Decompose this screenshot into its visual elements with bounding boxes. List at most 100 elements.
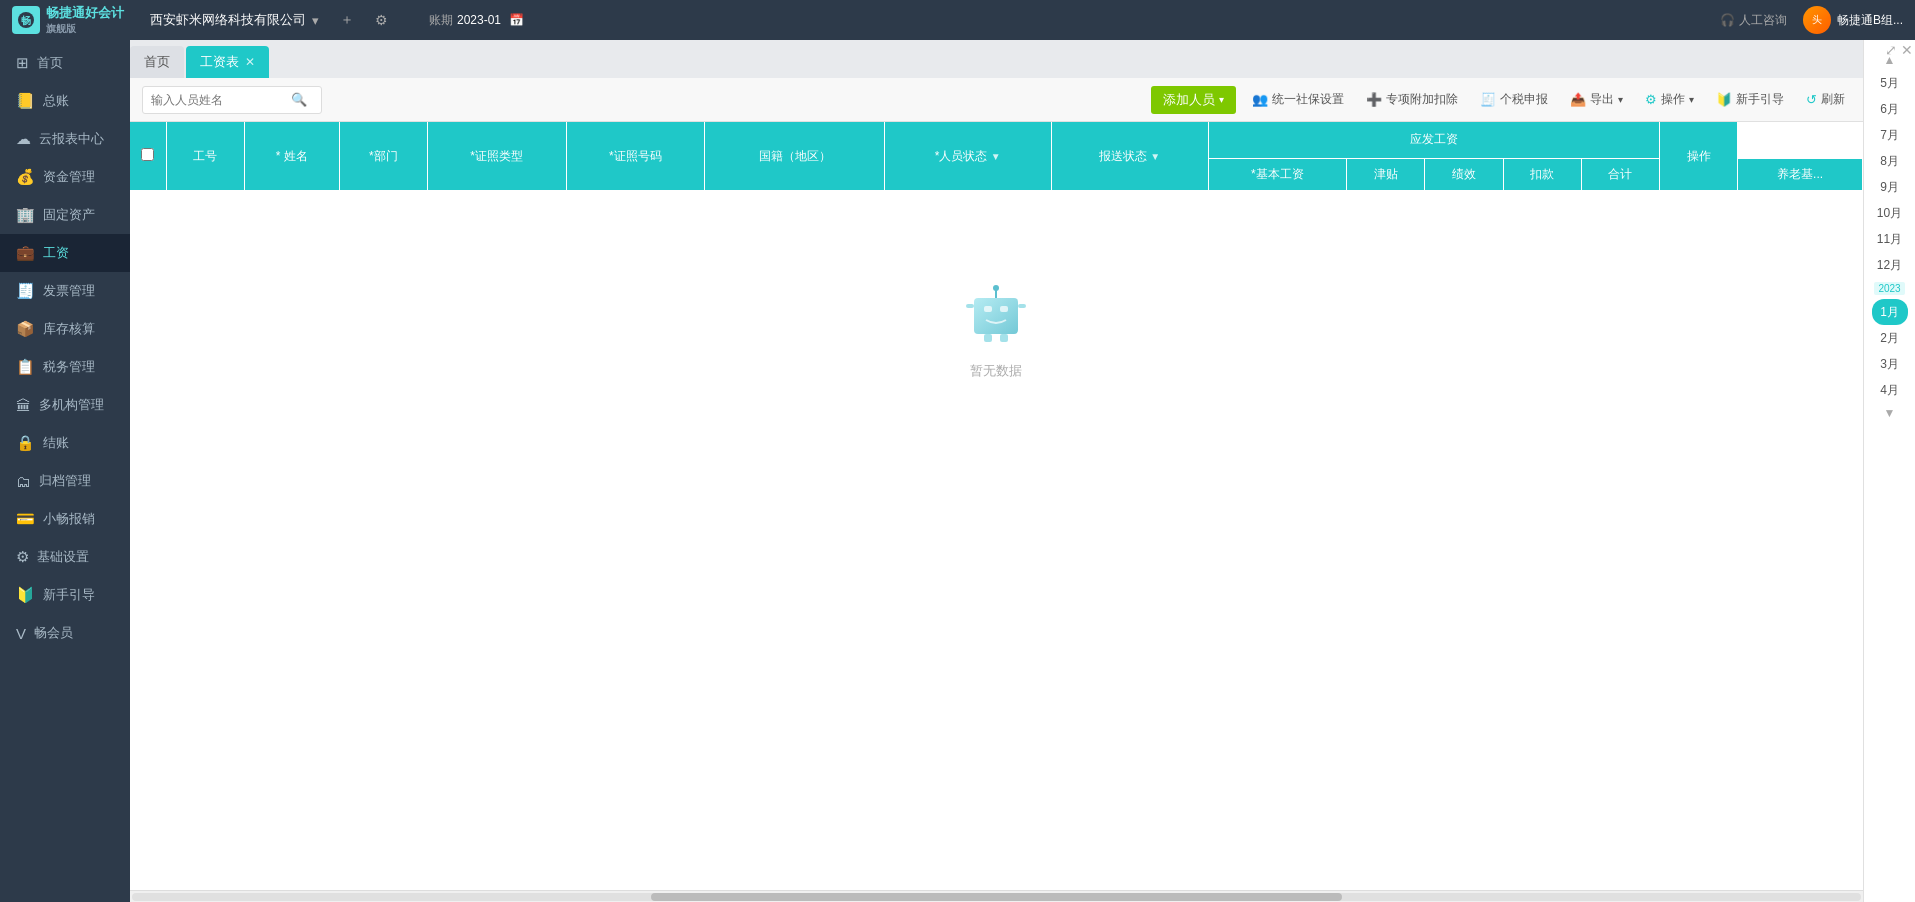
home-icon: ⊞ xyxy=(16,54,29,72)
user-area[interactable]: 头 畅捷通B组... xyxy=(1803,6,1903,34)
tax-report-btn[interactable]: 🧾 个税申报 xyxy=(1474,91,1554,108)
emp-no-header: 工号 xyxy=(166,122,244,190)
company-selector[interactable]: 西安虾米网络科技有限公司 ▾ xyxy=(150,11,319,29)
sidebar-item-guide[interactable]: 🔰 新手引导 xyxy=(0,576,130,614)
month-2022-10[interactable]: 10月 xyxy=(1864,200,1915,226)
export-icon: 📤 xyxy=(1570,92,1586,107)
header-actions: ＋ ⚙ xyxy=(335,8,393,32)
panel-expand-btn[interactable]: ⤢ xyxy=(1885,42,1897,58)
logo-area: 畅 畅捷通好会计 旗舰版 xyxy=(12,4,142,36)
tab-salary-table[interactable]: 工资表 ✕ xyxy=(186,46,269,78)
refresh-btn[interactable]: ↺ 刷新 xyxy=(1800,91,1851,108)
select-all-checkbox[interactable] xyxy=(141,148,154,161)
new-guide-btn[interactable]: 🔰 新手引导 xyxy=(1710,91,1790,108)
sidebar-label-guide: 新手引导 xyxy=(43,586,95,604)
help-btn[interactable]: 🎧 人工咨询 xyxy=(1720,12,1787,29)
sidebar-item-archive[interactable]: 🗂 归档管理 xyxy=(0,462,130,500)
sidebar-item-expense[interactable]: 💳 小畅报销 xyxy=(0,500,130,538)
asset-icon: 🏢 xyxy=(16,206,35,224)
svg-rect-9 xyxy=(984,334,992,342)
month-2022-09[interactable]: 9月 xyxy=(1864,174,1915,200)
search-input[interactable] xyxy=(151,93,291,107)
tab-home[interactable]: 首页 xyxy=(130,46,184,78)
sidebar-item-multi[interactable]: 🏛 多机构管理 xyxy=(0,386,130,424)
empty-icon xyxy=(956,270,1036,350)
logo-subtitle: 旗舰版 xyxy=(46,22,124,36)
sidebar-label-vip: 畅会员 xyxy=(34,624,73,642)
search-wrapper[interactable]: 🔍 xyxy=(142,86,322,114)
sidebar-item-ledger[interactable]: 📒 总账 xyxy=(0,82,130,120)
month-2023-01[interactable]: 1月 xyxy=(1872,299,1908,325)
close-period-icon: 🔒 xyxy=(16,434,35,452)
social-label: 统一社保设置 xyxy=(1272,91,1344,108)
sidebar-item-cloud[interactable]: ☁ 云报表中心 xyxy=(0,120,130,158)
expense-icon: 💳 xyxy=(16,510,35,528)
tax-icon: 📋 xyxy=(16,358,35,376)
personnel-filter-icon[interactable]: ▼ xyxy=(991,151,1001,162)
social-settings-btn[interactable]: 👥 统一社保设置 xyxy=(1246,91,1350,108)
sidebar-item-asset[interactable]: 🏢 固定资产 xyxy=(0,196,130,234)
add-btn-label: 添加人员 xyxy=(1163,91,1215,109)
avatar: 头 xyxy=(1803,6,1831,34)
top-header: 畅 畅捷通好会计 旗舰版 西安虾米网络科技有限公司 ▾ ＋ ⚙ 账期 2023-… xyxy=(0,0,1915,40)
total-header: 合计 xyxy=(1581,158,1659,190)
scrollbar-thumb[interactable] xyxy=(651,893,1343,901)
settings-btn[interactable]: ⚙ xyxy=(369,8,393,32)
sidebar-label-close: 结账 xyxy=(43,434,69,452)
sidebar-item-home[interactable]: ⊞ 首页 xyxy=(0,44,130,82)
table-container: 工号 * 姓名 *部门 *证照类型 *证照号码 国籍（地区） *人员状态 ▼ 报… xyxy=(130,122,1863,890)
cloud-icon: ☁ xyxy=(16,130,31,148)
svg-rect-4 xyxy=(1000,306,1008,312)
month-2022-08[interactable]: 8月 xyxy=(1864,148,1915,174)
add-company-btn[interactable]: ＋ xyxy=(335,8,359,32)
refresh-label: 刷新 xyxy=(1821,91,1845,108)
sidebar-item-vip[interactable]: V 畅会员 xyxy=(0,614,130,652)
tab-close-icon[interactable]: ✕ xyxy=(245,55,255,69)
company-dropdown-icon[interactable]: ▾ xyxy=(312,13,319,28)
month-scroll-down-btn[interactable]: ▼ xyxy=(1864,403,1915,423)
sidebar-label-home: 首页 xyxy=(37,54,63,72)
sidebar-label-expense: 小畅报销 xyxy=(43,510,95,528)
sidebar-label-asset: 固定资产 xyxy=(43,206,95,224)
month-2023-04[interactable]: 4月 xyxy=(1864,377,1915,403)
operate-icon: ⚙ xyxy=(1645,92,1657,107)
sidebar-item-close[interactable]: 🔒 结账 xyxy=(0,424,130,462)
tab-bar: 首页 工资表 ✕ xyxy=(130,40,1863,78)
operate-btn[interactable]: ⚙ 操作 ▾ xyxy=(1639,91,1700,108)
sidebar-item-inventory[interactable]: 📦 库存核算 xyxy=(0,310,130,348)
right-panel: ⤢ ✕ ▲ 5月 6月 7月 8月 9月 10月 11月 12月 2023 1月… xyxy=(1863,40,1915,902)
month-2022-05[interactable]: 5月 xyxy=(1864,70,1915,96)
export-btn[interactable]: 📤 导出 ▾ xyxy=(1564,91,1629,108)
checkbox-col-header[interactable] xyxy=(130,122,166,190)
month-2023-03[interactable]: 3月 xyxy=(1864,351,1915,377)
empty-state-cell: 暂无数据 xyxy=(130,190,1863,460)
country-header: 国籍（地区） xyxy=(705,122,885,190)
operate-label: 操作 xyxy=(1661,91,1685,108)
add-person-btn[interactable]: 添加人员 ▾ xyxy=(1151,86,1236,114)
month-2022-12[interactable]: 12月 xyxy=(1864,252,1915,278)
performance-header: 绩效 xyxy=(1425,158,1503,190)
right-panel-header: ⤢ ✕ xyxy=(1864,44,1915,48)
panel-close-btn[interactable]: ✕ xyxy=(1901,42,1913,58)
help-label: 人工咨询 xyxy=(1739,12,1787,29)
report-filter-icon[interactable]: ▼ xyxy=(1150,151,1160,162)
sidebar-item-invoice[interactable]: 🧾 发票管理 xyxy=(0,272,130,310)
sidebar-item-capital[interactable]: 💰 资金管理 xyxy=(0,158,130,196)
scrollbar-track[interactable] xyxy=(132,893,1861,901)
month-2022-06[interactable]: 6月 xyxy=(1864,96,1915,122)
horizontal-scrollbar[interactable] xyxy=(130,890,1863,902)
period-value: 2023-01 xyxy=(457,13,501,27)
sidebar-item-tax[interactable]: 📋 税务管理 xyxy=(0,348,130,386)
sidebar-item-salary[interactable]: 💼 工资 xyxy=(0,234,130,272)
svg-rect-7 xyxy=(966,304,974,308)
month-2022-07[interactable]: 7月 xyxy=(1864,122,1915,148)
month-2022-11[interactable]: 11月 xyxy=(1864,226,1915,252)
logo-icon: 畅 xyxy=(12,6,40,34)
svg-rect-8 xyxy=(1018,304,1026,308)
deduction-col-header: 扣款 xyxy=(1503,158,1581,190)
calendar-icon[interactable]: 📅 xyxy=(509,13,524,27)
month-2023-02[interactable]: 2月 xyxy=(1864,325,1915,351)
deduction-btn[interactable]: ➕ 专项附加扣除 xyxy=(1360,91,1464,108)
sidebar-item-settings[interactable]: ⚙ 基础设置 xyxy=(0,538,130,576)
personnel-status-header: *人员状态 ▼ xyxy=(884,122,1051,190)
